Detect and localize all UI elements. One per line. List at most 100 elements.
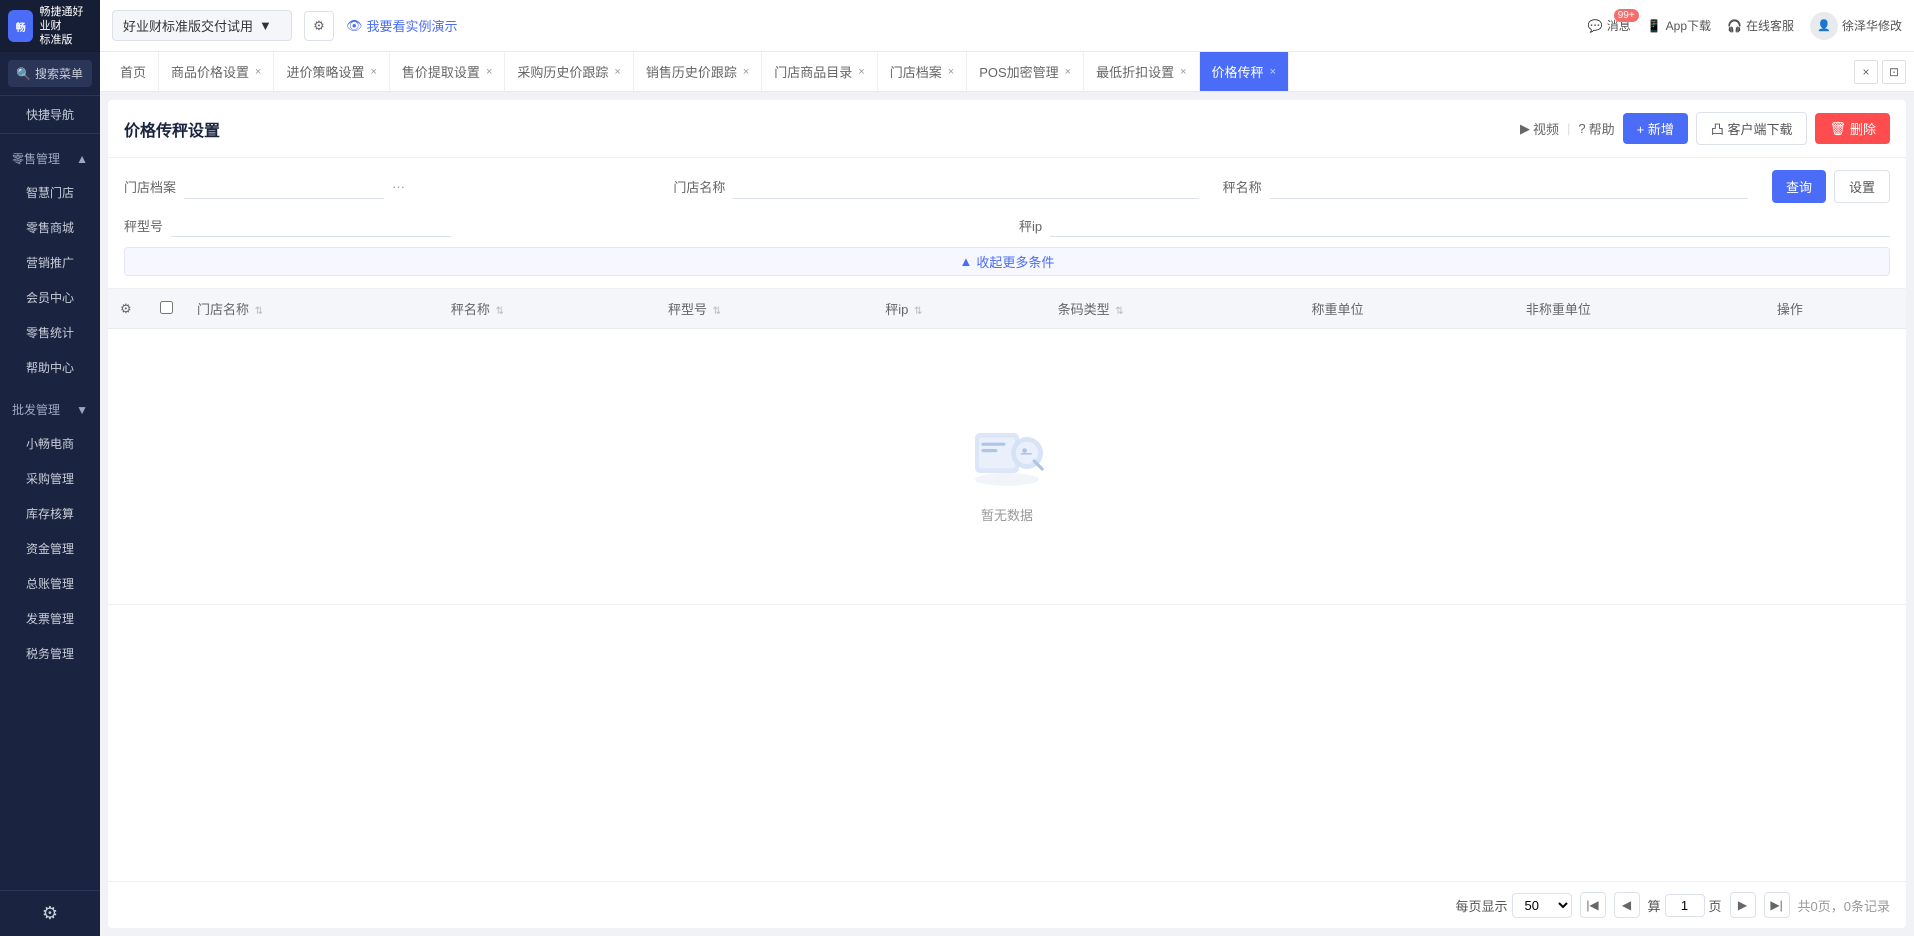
close-window-button[interactable]: × xyxy=(1854,60,1878,84)
sidebar-item-tax[interactable]: 税务管理 xyxy=(0,636,100,671)
download-icon: 📱 xyxy=(1647,19,1662,33)
sidebar-settings-button[interactable]: ⚙ xyxy=(0,890,100,936)
tab-pos-encrypt[interactable]: POS加密管理 × xyxy=(967,52,1084,92)
close-icon[interactable]: × xyxy=(614,66,620,78)
per-page-dropdown[interactable]: 50 10 20 100 xyxy=(1512,893,1572,918)
sidebar-item-finance-mgmt[interactable]: 资金管理 xyxy=(0,531,100,566)
sort-icon: ⇅ xyxy=(495,306,503,317)
table-header: ⚙ 门店名称 ⇅ 秤名称 ⇅ 秤型号 ⇅ xyxy=(108,289,1906,329)
collapse-button[interactable]: ▲ 收起更多条件 xyxy=(124,247,1890,276)
sidebar-item-inventory[interactable]: 库存核算 xyxy=(0,496,100,531)
select-all-checkbox[interactable] xyxy=(160,301,173,314)
sidebar-item-member-center[interactable]: 会员中心 xyxy=(8,280,92,315)
tabbar: 首页 商品价格设置 × 进价策略设置 × 售价提取设置 × 采购历史价跟踪 × … xyxy=(100,52,1914,92)
scale-name-label: 秤名称 xyxy=(1223,177,1262,196)
close-icon[interactable]: × xyxy=(743,66,749,78)
close-icon[interactable]: × xyxy=(255,66,261,78)
sidebar-item-purchase-mgmt[interactable]: 采购管理 xyxy=(0,461,100,496)
message-button[interactable]: 💬 消息 99+ xyxy=(1588,17,1631,34)
close-icon[interactable]: × xyxy=(1065,66,1071,78)
next-page-button[interactable]: ▶ xyxy=(1730,892,1756,918)
sidebar-item-retail-stats[interactable]: 零售统计 xyxy=(8,315,92,350)
page-content: 价格传秤设置 ▶ 视频 | ? 帮助 + 新增 凸 客户端下载 🗑 xyxy=(108,100,1906,928)
filter-row-2: 秤型号 秤ip xyxy=(124,213,1890,237)
help-link[interactable]: ? 帮助 xyxy=(1578,119,1614,138)
tab-sale-price-label: 售价提取设置 xyxy=(402,62,480,81)
sort-icon: ⇅ xyxy=(1115,306,1123,317)
sidebar-item-retail-mall[interactable]: 零售商城 xyxy=(8,210,92,245)
user-profile[interactable]: 👤 徐泽华修改 xyxy=(1810,12,1902,40)
close-icon[interactable]: × xyxy=(948,66,954,78)
topbar: 好业财标准版交付试用 ▼ ⚙ 👁 我要看实例演示 💬 消息 99+ 📱 App下… xyxy=(100,0,1914,52)
close-icon[interactable]: × xyxy=(858,66,864,78)
delete-button[interactable]: 🗑 删除 xyxy=(1815,113,1890,144)
store-name-input[interactable] xyxy=(733,175,1198,199)
tab-store-file[interactable]: 门店档案 × xyxy=(878,52,967,92)
tab-home[interactable]: 首页 xyxy=(108,52,159,92)
sidebar-item-ecommerce[interactable]: 小畅电商 xyxy=(0,426,100,461)
sort-icon: ⇅ xyxy=(713,306,721,317)
sort-icon: ⇅ xyxy=(914,306,922,317)
tab-home-label: 首页 xyxy=(120,62,146,81)
sidebar-item-quicknav[interactable]: 快捷导航 xyxy=(0,96,100,134)
close-icon[interactable]: × xyxy=(1180,66,1186,78)
sidebar-item-ledger[interactable]: 总账管理 xyxy=(0,566,100,601)
sidebar-item-marketing[interactable]: 营销推广 xyxy=(8,245,92,280)
video-link[interactable]: ▶ 视频 xyxy=(1520,119,1559,138)
tab-price-scale[interactable]: 价格传秤 × xyxy=(1200,52,1289,92)
version-selector[interactable]: 好业财标准版交付试用 ▼ xyxy=(112,10,292,41)
close-icon[interactable]: × xyxy=(1270,66,1276,78)
app-download-button[interactable]: 📱 App下载 xyxy=(1647,17,1711,34)
scale-model-input[interactable] xyxy=(171,213,451,237)
last-page-button[interactable]: ▶| xyxy=(1764,892,1790,918)
online-service-button[interactable]: 🎧 在线客服 xyxy=(1727,17,1794,34)
help-icon: ? xyxy=(1578,121,1585,136)
tab-purchase-history[interactable]: 采购历史价跟踪 × xyxy=(505,52,633,92)
prev-page-button[interactable]: ◀ xyxy=(1614,892,1640,918)
search-menu-button[interactable]: 🔍 搜索菜单 xyxy=(8,60,92,87)
th-settings[interactable]: ⚙ xyxy=(108,289,148,329)
add-button[interactable]: + 新增 xyxy=(1623,113,1688,144)
store-file-more-icon[interactable]: ··· xyxy=(392,179,405,194)
th-action: 操作 xyxy=(1765,289,1906,329)
delete-icon: 🗑 xyxy=(1829,121,1846,137)
help-label: 帮助 xyxy=(1589,119,1615,138)
sidebar-section-wholesale-header[interactable]: 批发管理 ▼ xyxy=(0,393,100,426)
th-checkbox[interactable] xyxy=(148,289,185,329)
sidebar-item-help-center[interactable]: 帮助中心 xyxy=(8,350,92,385)
tab-purchase-strategy[interactable]: 进价策略设置 × xyxy=(274,52,389,92)
scale-ip-input[interactable] xyxy=(1050,213,1890,237)
sidebar-item-smart-store[interactable]: 智慧门店 xyxy=(8,175,92,210)
maximize-window-button[interactable]: ⊡ xyxy=(1882,60,1906,84)
download-button[interactable]: 凸 客户端下载 xyxy=(1696,112,1808,145)
filter-action-buttons: 查询 设置 xyxy=(1772,170,1890,203)
first-page-button[interactable]: |◀ xyxy=(1580,892,1606,918)
th-scale-ip: 秤ip ⇅ xyxy=(873,289,1045,329)
page-number-input[interactable] xyxy=(1665,894,1705,917)
query-button[interactable]: 查询 xyxy=(1772,170,1826,203)
tab-product-price[interactable]: 商品价格设置 × xyxy=(159,52,274,92)
demo-button[interactable]: 👁 我要看实例演示 xyxy=(346,16,458,35)
tab-min-discount[interactable]: 最低折扣设置 × xyxy=(1084,52,1199,92)
tab-pos-encrypt-label: POS加密管理 xyxy=(979,62,1058,81)
sidebar-logo: 畅 畅捷通好业财标准版 xyxy=(0,0,100,52)
tab-sales-history[interactable]: 销售历史价跟踪 × xyxy=(634,52,762,92)
scale-name-input[interactable] xyxy=(1270,175,1748,199)
store-file-input[interactable] xyxy=(184,175,384,199)
filter-store-file: 门店档案 ··· xyxy=(124,175,649,199)
tab-purchase-strategy-label: 进价策略设置 xyxy=(286,62,364,81)
tab-sale-price[interactable]: 售价提取设置 × xyxy=(390,52,505,92)
online-service-label: 在线客服 xyxy=(1746,17,1794,34)
page-size-selector: 每页显示 50 10 20 100 xyxy=(1455,893,1571,918)
scale-model-label: 秤型号 xyxy=(124,216,163,235)
filter-scale-model: 秤型号 xyxy=(124,213,995,237)
sidebar-section-retail-header[interactable]: 零售管理 ▲ xyxy=(8,142,92,175)
settings-button[interactable]: ⚙ xyxy=(304,11,334,41)
sidebar-item-invoice[interactable]: 发票管理 xyxy=(0,601,100,636)
sidebar-section-retail: 零售管理 ▲ 智慧门店 零售商城 营销推广 会员中心 零售统计 帮助中心 xyxy=(0,134,100,393)
close-icon[interactable]: × xyxy=(486,66,492,78)
setup-button[interactable]: 设置 xyxy=(1834,170,1890,203)
version-selector-text: 好业财标准版交付试用 xyxy=(123,16,253,35)
tab-store-catalog[interactable]: 门店商品目录 × xyxy=(762,52,877,92)
close-icon[interactable]: × xyxy=(370,66,376,78)
